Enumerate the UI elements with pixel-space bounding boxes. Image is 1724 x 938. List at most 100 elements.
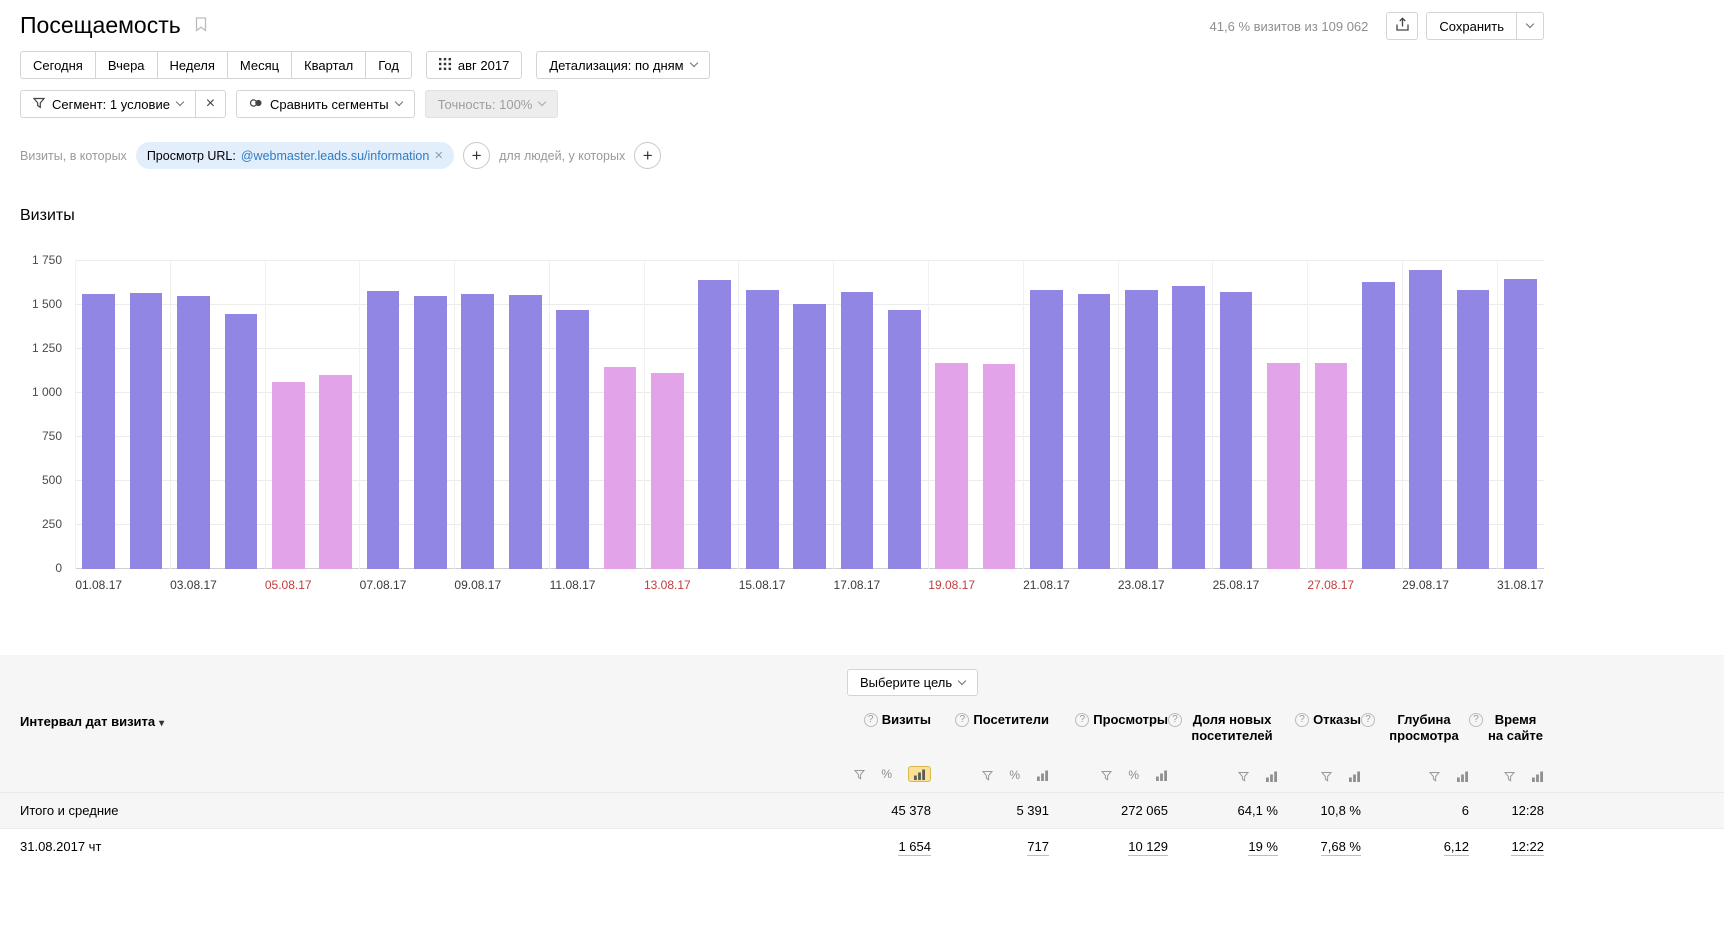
bar-cell[interactable] (548, 261, 596, 569)
bar-cell[interactable] (1165, 261, 1212, 569)
bar-cell[interactable] (122, 261, 169, 569)
bar[interactable] (319, 375, 352, 569)
bar-cell[interactable] (1260, 261, 1307, 569)
period-button[interactable]: Квартал (291, 51, 367, 79)
bar[interactable] (271, 382, 305, 569)
filter-funnel-icon[interactable] (1504, 771, 1515, 782)
bar-cell[interactable] (881, 261, 928, 569)
help-icon[interactable]: ? (1469, 713, 1483, 727)
help-icon[interactable]: ? (1168, 713, 1182, 727)
column-header-label[interactable]: ? Посетители (955, 712, 1049, 728)
bar-cell[interactable] (502, 261, 549, 569)
help-icon[interactable]: ? (1361, 713, 1375, 727)
bar-cell[interactable] (1070, 261, 1117, 569)
bar[interactable] (1456, 290, 1490, 569)
column-header-label[interactable]: ? Просмотры (1075, 712, 1168, 728)
bar-cell[interactable] (1355, 261, 1402, 569)
calendar-button[interactable]: авг 2017 (425, 51, 523, 79)
save-button[interactable]: Сохранить (1426, 12, 1517, 40)
bar-cell[interactable] (407, 261, 454, 569)
period-button[interactable]: Вчера (94, 51, 158, 79)
bar[interactable] (793, 304, 826, 569)
column-header-label[interactable]: ? Отказы (1295, 712, 1361, 728)
percent-icon[interactable]: % (1128, 768, 1139, 782)
bar-cell[interactable] (264, 261, 312, 569)
bar[interactable] (982, 363, 1016, 569)
period-button[interactable]: Месяц (226, 51, 293, 79)
table-row[interactable]: Итого и средние 45 378 5 391 272 065 64,1 % 1… (0, 792, 1724, 828)
bar-cell[interactable] (1496, 261, 1544, 569)
bar-cell[interactable] (691, 261, 738, 569)
bar[interactable] (1504, 279, 1537, 569)
bar-cell[interactable] (454, 261, 501, 569)
chart-metric-icon[interactable] (908, 766, 931, 782)
compare-segments-button[interactable]: Сравнить сегменты (235, 90, 415, 118)
bar[interactable] (698, 280, 732, 569)
bar[interactable] (414, 296, 447, 569)
segment-button[interactable]: Сегмент: 1 условие (20, 90, 196, 118)
bar[interactable] (366, 290, 400, 569)
filter-funnel-icon[interactable] (1101, 770, 1113, 781)
bar[interactable] (603, 367, 637, 569)
bar[interactable] (508, 295, 542, 569)
bar-cell[interactable] (169, 261, 217, 569)
filter-funnel-icon[interactable] (1238, 771, 1249, 782)
date-interval-header[interactable]: Интервал дат визита (0, 706, 821, 792)
filter-funnel-icon[interactable] (854, 769, 866, 780)
bar-cell[interactable] (596, 261, 643, 569)
metric-value[interactable]: 7,68 % (1320, 839, 1361, 856)
bar[interactable] (1314, 363, 1348, 569)
filter-funnel-icon[interactable] (982, 770, 994, 781)
column-header-label[interactable]: ? Время на сайте (1469, 712, 1544, 745)
period-button[interactable]: Год (365, 51, 412, 79)
bar[interactable] (224, 313, 258, 569)
bar-cell[interactable] (1307, 261, 1354, 569)
period-button[interactable]: Неделя (156, 51, 228, 79)
bar[interactable] (1172, 285, 1206, 569)
bar[interactable] (1219, 291, 1253, 569)
period-button[interactable]: Сегодня (20, 51, 96, 79)
bar-cell[interactable] (928, 261, 975, 569)
bar[interactable] (935, 363, 969, 569)
bar[interactable] (82, 294, 116, 569)
segment-clear-button[interactable] (194, 90, 226, 118)
bar-cell[interactable] (1212, 261, 1259, 569)
bar[interactable] (840, 291, 874, 569)
bar-cell[interactable] (1117, 261, 1165, 569)
bar-cell[interactable] (738, 261, 785, 569)
bar-cell[interactable] (1401, 261, 1449, 569)
bar[interactable] (177, 296, 210, 569)
bar[interactable] (461, 294, 495, 569)
metric-value[interactable]: 1 654 (898, 839, 931, 856)
bar[interactable] (129, 292, 163, 569)
column-header-label[interactable]: ? Доля новых посетителей (1168, 712, 1278, 745)
chart-metric-icon[interactable] (1456, 771, 1469, 782)
chip-url-value[interactable]: @webmaster.leads.su/information (241, 149, 429, 163)
help-icon[interactable]: ? (1075, 713, 1090, 727)
chip-close-icon[interactable] (434, 147, 443, 164)
bar[interactable] (745, 290, 779, 569)
bar[interactable] (1409, 269, 1442, 569)
bar-cell[interactable] (1022, 261, 1070, 569)
bar-cell[interactable] (833, 261, 880, 569)
column-header-label[interactable]: ? Визиты (863, 712, 931, 728)
bar-cell[interactable] (75, 261, 122, 569)
bar[interactable] (1030, 290, 1063, 569)
metric-value[interactable]: 6,12 (1443, 839, 1469, 856)
bar-cell[interactable] (217, 261, 264, 569)
table-row[interactable]: 31.08.2017 чт 1 654 717 10 129 19 % 7,68 % 6,1… (0, 828, 1724, 864)
chart-metric-icon[interactable] (1265, 771, 1278, 782)
bar-cell[interactable] (359, 261, 406, 569)
bar-cell[interactable] (312, 261, 359, 569)
chart-metric-icon[interactable] (1531, 771, 1544, 782)
filter-funnel-icon[interactable] (1429, 771, 1440, 782)
bar[interactable] (651, 372, 684, 569)
bar-cell[interactable] (1449, 261, 1496, 569)
percent-icon[interactable]: % (881, 767, 892, 781)
url-filter-chip[interactable]: Просмотр URL: @webmaster.leads.su/inform… (135, 142, 455, 169)
percent-icon[interactable]: % (1009, 768, 1020, 782)
chart-metric-icon[interactable] (1155, 770, 1168, 781)
bar[interactable] (1124, 290, 1158, 569)
bookmark-icon[interactable] (195, 17, 207, 37)
select-goal-button[interactable]: Выберите цель (847, 669, 979, 696)
